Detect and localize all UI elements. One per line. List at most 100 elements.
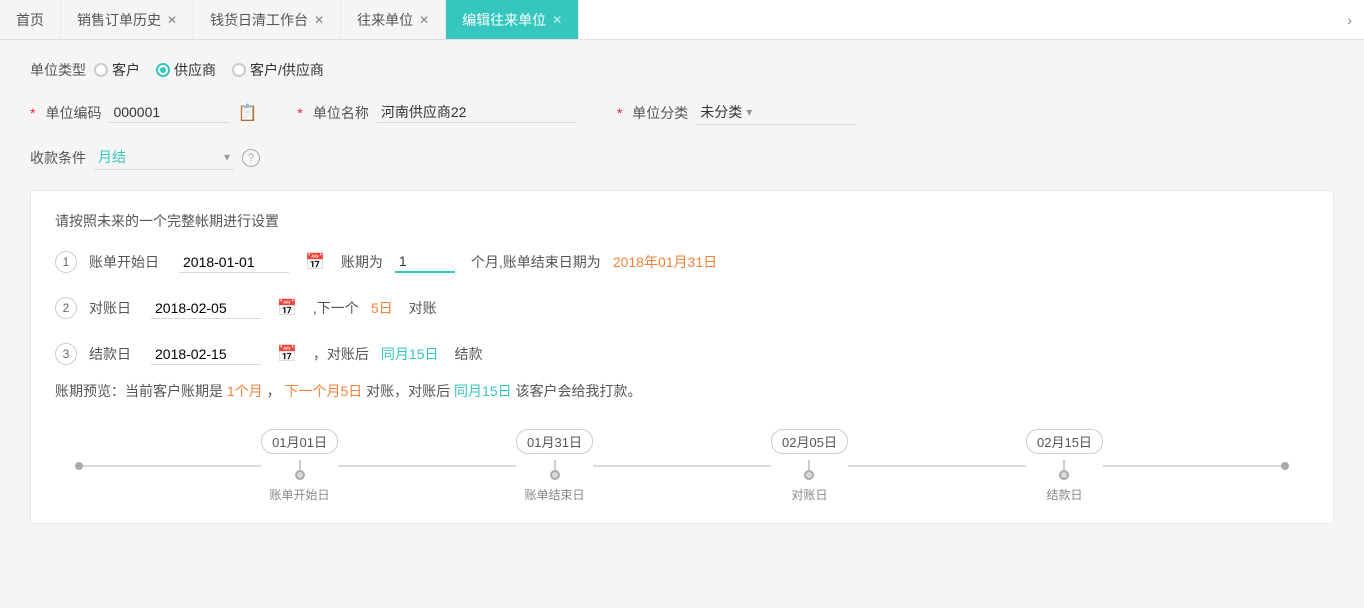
preview-row: 账期预览：当前客户账期是 1个月 ， 下一个月5日 对账，对账后 同月15日 该… [55, 381, 1309, 401]
step-row-3: 3 结款日 📅 ，对账后 同月15日 结款 [55, 343, 1309, 365]
tab-sales-close[interactable]: ✕ [167, 13, 177, 27]
unit-cat-value: 未分类 [700, 102, 742, 122]
help-icon[interactable]: ? [242, 149, 260, 167]
timeline-date-2: 01月31日 [516, 429, 593, 454]
radio-supplier[interactable]: 供应商 [156, 60, 216, 80]
radio-both[interactable]: 客户/供应商 [232, 60, 324, 80]
unit-code-input[interactable] [109, 102, 229, 123]
radio-supplier-label: 供应商 [174, 60, 216, 80]
preview-mid1: ， [267, 383, 281, 399]
step-date-2[interactable] [151, 298, 261, 319]
timeline-label-1: 账单开始日 [270, 486, 330, 503]
unit-cat-label: 单位分类 [632, 103, 688, 123]
unit-name-input[interactable] [377, 102, 577, 123]
step-num-1: 1 [55, 251, 77, 273]
setting-box: 请按照未来的一个完整帐期进行设置 1 账单开始日 📅 账期为 个月,账单结束日期… [30, 190, 1334, 524]
step-label-2: 对账日 [89, 298, 131, 318]
step-period-end: 2018年01月31日 [613, 252, 717, 272]
timeline-node-1: 01月01日 账单开始日 [261, 429, 338, 503]
tab-edit-label: 编辑往来单位 [462, 10, 546, 30]
preview-part3: 同月15日 [454, 383, 512, 399]
unit-name-star: * [297, 105, 302, 121]
timeline-connector-2 [554, 460, 556, 470]
tab-partner-label: 往来单位 [357, 10, 413, 30]
payment-label: 收款条件 [30, 148, 86, 168]
step-date-3[interactable] [151, 344, 261, 365]
tab-sales-label: 销售订单历史 [77, 10, 161, 30]
tab-cash-work[interactable]: 钱货日清工作台 ✕ [194, 0, 341, 39]
radio-both-circle [232, 63, 246, 77]
step-desc-2a: ,下一个 [313, 298, 359, 318]
tab-edit-partner[interactable]: 编辑往来单位 ✕ [446, 0, 579, 39]
unit-code-icon[interactable]: 📋 [237, 103, 257, 123]
timeline-connector-3 [808, 460, 810, 470]
unit-type-group: 单位类型 客户 供应商 客户/供应商 [30, 60, 324, 80]
unit-cat-arrow: ▾ [746, 105, 752, 119]
tab-edit-close[interactable]: ✕ [552, 13, 562, 27]
step-desc-1b: 个月,账单结束日期为 [471, 252, 601, 272]
unit-info-row: * 单位编码 📋 * 单位名称 * 单位分类 未分类 ▾ [30, 100, 1334, 125]
step-cal-2[interactable]: 📅 [277, 298, 297, 318]
timeline-dot-3 [804, 470, 814, 480]
step-period-input[interactable] [395, 251, 455, 273]
timeline-label-3: 对账日 [791, 486, 827, 503]
timeline-date-1: 01月01日 [261, 429, 338, 454]
unit-name-group: * 单位名称 [297, 102, 576, 123]
step-cal-1[interactable]: 📅 [305, 252, 325, 272]
unit-code-group: * 单位编码 📋 [30, 102, 257, 123]
tab-cash-label: 钱货日清工作台 [210, 10, 308, 30]
tab-sales-history[interactable]: 销售订单历史 ✕ [61, 0, 194, 39]
timeline-dot-1 [295, 470, 305, 480]
timeline-label-4: 结款日 [1046, 486, 1082, 503]
radio-supplier-circle [156, 63, 170, 77]
tab-partner-unit[interactable]: 往来单位 ✕ [341, 0, 446, 39]
step-label-1: 账单开始日 [89, 252, 159, 272]
timeline: 01月01日 账单开始日 01月31日 账单结束日 02月05日 对账日 [55, 429, 1309, 503]
unit-cat-select[interactable]: 未分类 ▾ [696, 100, 856, 125]
timeline-seg-4 [1103, 465, 1281, 467]
unit-type-row: 单位类型 客户 供应商 客户/供应商 [30, 60, 1334, 80]
radio-group: 客户 供应商 客户/供应商 [94, 60, 324, 80]
tab-home[interactable]: 首页 [0, 0, 61, 39]
timeline-start-dot [75, 462, 83, 470]
timeline-end-dot [1281, 462, 1289, 470]
step-label-3: 结款日 [89, 344, 131, 364]
unit-name-label: 单位名称 [313, 103, 369, 123]
payment-group: 收款条件 月结 ▾ ? [30, 145, 260, 170]
preview-suffix: 该客户会给我打款。 [516, 383, 642, 399]
timeline-seg-1 [338, 465, 516, 467]
step-num-2: 2 [55, 297, 77, 319]
unit-category-group: * 单位分类 未分类 ▾ [617, 100, 856, 125]
timeline-node-4: 02月15日 结款日 [1026, 429, 1103, 503]
step-highlight-3: 同月15日 [381, 344, 439, 364]
radio-customer[interactable]: 客户 [94, 60, 140, 80]
tab-bar: 首页 销售订单历史 ✕ 钱货日清工作台 ✕ 往来单位 ✕ 编辑往来单位 ✕ › [0, 0, 1364, 40]
payment-arrow: ▾ [224, 150, 230, 164]
step-highlight-2: 5日 [371, 298, 393, 318]
step-date-1[interactable] [179, 252, 289, 273]
unit-code-label: 单位编码 [45, 103, 101, 123]
timeline-connector-4 [1063, 460, 1065, 470]
tab-more-button[interactable]: › [1335, 0, 1364, 39]
timeline-node-3: 02月05日 对账日 [771, 429, 848, 503]
radio-customer-circle [94, 63, 108, 77]
timeline-connector-1 [299, 460, 301, 470]
timeline-dot-2 [550, 470, 560, 480]
preview-prefix: 账期预览：当前客户账期是 [55, 383, 223, 399]
radio-customer-label: 客户 [112, 60, 140, 80]
tab-partner-close[interactable]: ✕ [419, 13, 429, 27]
timeline-seg-0 [83, 465, 261, 467]
setting-title: 请按照未来的一个完整帐期进行设置 [55, 211, 1309, 231]
timeline-node-2: 01月31日 账单结束日 [516, 429, 593, 503]
preview-mid2: 对账，对账后 [366, 383, 450, 399]
step-desc-1a: 账期为 [341, 252, 383, 272]
step-desc-3b: 结款 [455, 344, 483, 364]
timeline-seg-3 [848, 465, 1026, 467]
payment-select[interactable]: 月结 ▾ [94, 145, 234, 170]
step-cal-3[interactable]: 📅 [277, 344, 297, 364]
step-row-2: 2 对账日 📅 ,下一个 5日 对账 [55, 297, 1309, 319]
tab-home-label: 首页 [16, 10, 44, 30]
tab-cash-close[interactable]: ✕ [314, 13, 324, 27]
step-desc-3a: ，对账后 [313, 344, 369, 364]
step-row-1: 1 账单开始日 📅 账期为 个月,账单结束日期为 2018年01月31日 [55, 251, 1309, 273]
